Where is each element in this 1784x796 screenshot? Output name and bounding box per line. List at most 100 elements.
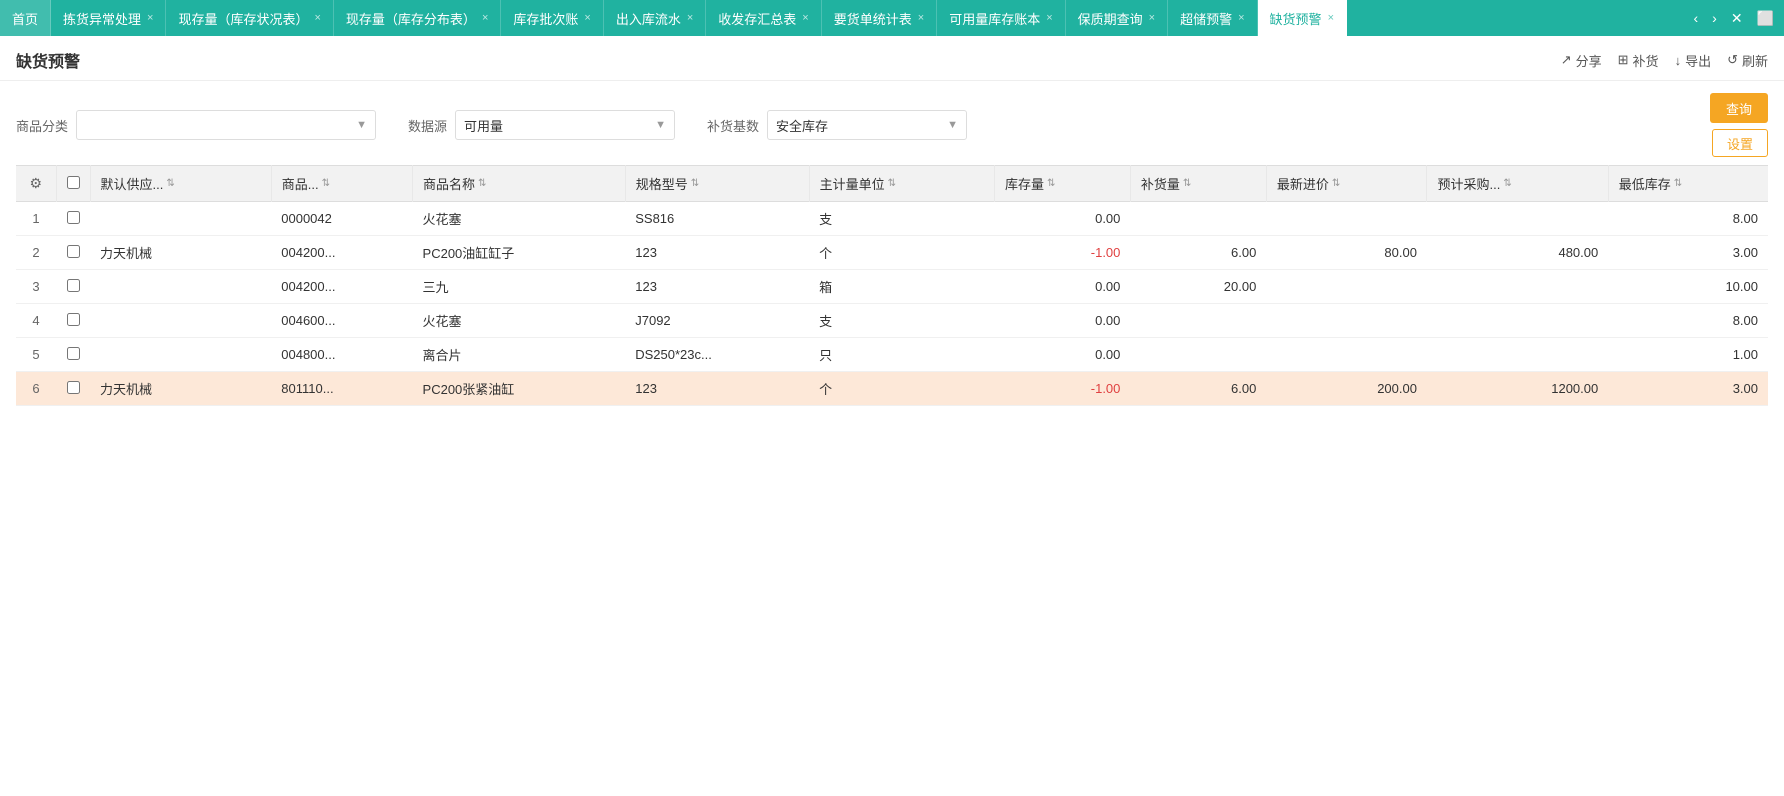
row-checkbox[interactable]: [67, 313, 80, 326]
select-all-checkbox[interactable]: [67, 176, 80, 189]
th-spec[interactable]: 规格型号 ⇅: [625, 166, 809, 202]
tab-summary[interactable]: 收发存汇总表 ×: [706, 0, 821, 36]
sort-icon-replenish: ⇅: [1183, 178, 1191, 189]
share-button[interactable]: ↗ 分享: [1561, 51, 1602, 70]
row-name: 火花塞: [413, 202, 626, 236]
row-est-purchase: [1427, 270, 1608, 304]
table-row: 5 004800... 离合片 DS250*23c... 只 0.00 1.00: [16, 338, 1768, 372]
tab-stock-status-close[interactable]: ×: [314, 12, 320, 24]
replenish-icon: ⊞: [1618, 52, 1629, 68]
tab-batch[interactable]: 库存批次账 ×: [501, 0, 603, 36]
row-checkbox[interactable]: [67, 211, 80, 224]
tab-scroll-right[interactable]: ›: [1706, 6, 1723, 30]
row-supplier: [90, 338, 271, 372]
export-button[interactable]: ↓ 导出: [1675, 51, 1712, 70]
row-checkbox-cell[interactable]: [56, 270, 90, 304]
main-content: 缺货预警 ↗ 分享 ⊞ 补货 ↓ 导出 ↺ 刷新 商品分类: [0, 36, 1784, 796]
tab-batch-close[interactable]: ×: [584, 12, 590, 24]
row-checkbox-cell[interactable]: [56, 304, 90, 338]
page-header: 缺货预警 ↗ 分享 ⊞ 补货 ↓ 导出 ↺ 刷新: [0, 36, 1784, 81]
tab-expiry[interactable]: 保质期查询 ×: [1066, 0, 1168, 36]
row-name: 火花塞: [413, 304, 626, 338]
row-checkbox-cell[interactable]: [56, 338, 90, 372]
th-product-code[interactable]: 商品... ⇅: [271, 166, 412, 202]
tab-expiry-close[interactable]: ×: [1149, 12, 1155, 24]
row-code: 004800...: [271, 338, 412, 372]
query-button[interactable]: 查询: [1710, 93, 1768, 123]
row-code: 0000042: [271, 202, 412, 236]
th-replenish-qty[interactable]: 补货量 ⇅: [1130, 166, 1266, 202]
row-num: 5: [16, 338, 56, 372]
row-latest-price: 200.00: [1266, 372, 1427, 406]
row-checkbox[interactable]: [67, 347, 80, 360]
datasource-select[interactable]: 可用量 ▼: [455, 110, 675, 140]
th-product-name[interactable]: 商品名称 ⇅: [413, 166, 626, 202]
row-latest-price: [1266, 202, 1427, 236]
data-table: ⚙ 默认供应... ⇅ 商品... ⇅: [16, 165, 1768, 406]
tab-shortage[interactable]: 缺货预警 ×: [1258, 0, 1347, 36]
row-checkbox-cell[interactable]: [56, 372, 90, 406]
row-replenish-qty: 6.00: [1130, 236, 1266, 270]
tab-shortage-close[interactable]: ×: [1328, 12, 1334, 24]
th-unit[interactable]: 主计量单位 ⇅: [809, 166, 994, 202]
row-min-stock: 8.00: [1608, 304, 1768, 338]
tab-available-close[interactable]: ×: [1046, 12, 1052, 24]
tab-flow-close[interactable]: ×: [687, 12, 693, 24]
tab-maximize[interactable]: ⬜: [1751, 6, 1780, 31]
datasource-filter-group: 数据源 可用量 ▼: [408, 110, 675, 140]
tab-exception[interactable]: 拣货异常处理 ×: [51, 0, 166, 36]
settings-button[interactable]: 设置: [1712, 129, 1768, 157]
tab-summary-close[interactable]: ×: [802, 12, 808, 24]
row-min-stock: 10.00: [1608, 270, 1768, 304]
replenish-dropdown-icon: ▼: [947, 119, 958, 131]
row-checkbox[interactable]: [67, 245, 80, 258]
row-num: 2: [16, 236, 56, 270]
category-select[interactable]: ▼: [76, 110, 376, 140]
th-est-purchase[interactable]: 预计采购... ⇅: [1427, 166, 1608, 202]
tab-requisition[interactable]: 要货单统计表 ×: [822, 0, 937, 36]
refresh-icon: ↺: [1727, 52, 1738, 68]
tab-stock-status[interactable]: 现存量（库存状况表） ×: [166, 0, 333, 36]
row-latest-price: [1266, 304, 1427, 338]
row-stock: 0.00: [995, 270, 1131, 304]
tab-available[interactable]: 可用量库存账本 ×: [937, 0, 1065, 36]
sort-icon-stock: ⇅: [1047, 178, 1055, 189]
tab-stock-dist-close[interactable]: ×: [482, 12, 488, 24]
tab-exception-close[interactable]: ×: [147, 12, 153, 24]
tab-requisition-close[interactable]: ×: [918, 12, 924, 24]
row-unit: 只: [809, 338, 994, 372]
row-supplier: [90, 270, 271, 304]
th-latest-price[interactable]: 最新进价 ⇅: [1266, 166, 1427, 202]
tab-home[interactable]: 首页: [0, 0, 51, 36]
tab-overstock[interactable]: 超储预警 ×: [1168, 0, 1257, 36]
tab-stock-dist[interactable]: 现存量（库存分布表） ×: [334, 0, 501, 36]
replenish-button[interactable]: ⊞ 补货: [1618, 51, 1659, 70]
row-est-purchase: [1427, 202, 1608, 236]
row-num: 4: [16, 304, 56, 338]
tab-flow[interactable]: 出入库流水 ×: [604, 0, 706, 36]
th-stock[interactable]: 库存量 ⇅: [995, 166, 1131, 202]
replenish-select[interactable]: 安全库存 ▼: [767, 110, 967, 140]
table-row: 3 004200... 三九 123 箱 0.00 20.00 10.00: [16, 270, 1768, 304]
row-checkbox-cell[interactable]: [56, 202, 90, 236]
filter-buttons: 查询 设置: [1710, 93, 1768, 157]
filter-area: 商品分类 ▼ 数据源 可用量 ▼ 补货基数 安全库存 ▼ 查询 设置: [0, 81, 1784, 165]
th-settings[interactable]: ⚙: [16, 166, 56, 202]
row-supplier: [90, 304, 271, 338]
th-checkbox[interactable]: [56, 166, 90, 202]
tab-overstock-close[interactable]: ×: [1238, 12, 1244, 24]
tab-scroll-left[interactable]: ‹: [1687, 6, 1704, 30]
replenish-filter-group: 补货基数 安全库存 ▼: [707, 110, 967, 140]
th-min-stock[interactable]: 最低库存 ⇅: [1608, 166, 1768, 202]
tab-close-all[interactable]: ✕: [1725, 6, 1749, 31]
sort-icon-est: ⇅: [1503, 178, 1511, 189]
row-est-purchase: 1200.00: [1427, 372, 1608, 406]
export-icon: ↓: [1675, 53, 1682, 68]
replenish-select-value: 安全库存: [776, 116, 943, 135]
refresh-button[interactable]: ↺ 刷新: [1727, 51, 1768, 70]
settings-gear-icon[interactable]: ⚙: [29, 175, 42, 191]
row-checkbox-cell[interactable]: [56, 236, 90, 270]
th-default-supplier[interactable]: 默认供应... ⇅: [90, 166, 271, 202]
row-checkbox[interactable]: [67, 381, 80, 394]
row-checkbox[interactable]: [67, 279, 80, 292]
